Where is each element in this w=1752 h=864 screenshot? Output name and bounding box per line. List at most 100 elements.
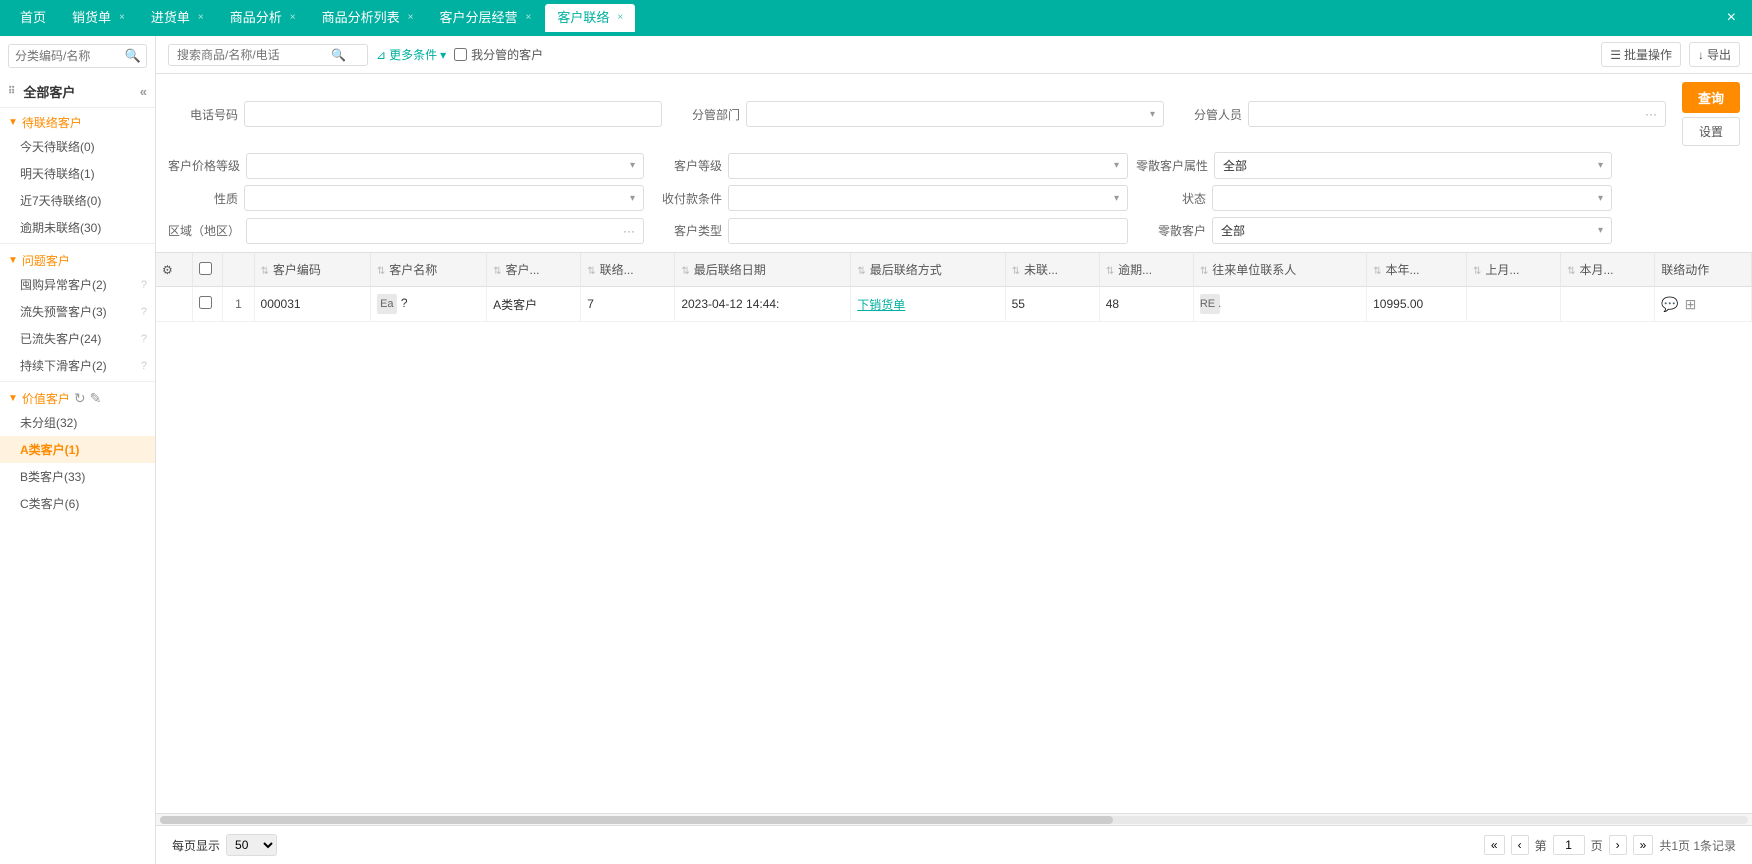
last-method-link[interactable]: 下销货单 [857, 298, 905, 312]
th-contact[interactable]: ⇅联络... [581, 253, 675, 287]
sidebar-item-hoarding[interactable]: 囤购异常客户(2) ? [0, 271, 155, 298]
td-unlinkdays: 55 [1005, 287, 1099, 322]
td-contact: 7 [581, 287, 675, 322]
nav-customer-contact-close[interactable]: × [617, 4, 623, 32]
td-code: 000031 [254, 287, 370, 322]
scatter-dropdown[interactable]: 全部 ▾ [1212, 217, 1612, 244]
th-overdue[interactable]: ⇅逾期... [1099, 253, 1193, 287]
name-badge: Ea [377, 294, 397, 314]
th-checkbox[interactable] [193, 253, 223, 287]
query-button[interactable]: 查询 [1682, 82, 1740, 113]
customer-type-input[interactable] [728, 218, 1128, 244]
nav-product-analysis-list[interactable]: 商品分析列表 × [310, 4, 426, 32]
th-contact2[interactable]: ⇅往来单位联系人 [1193, 253, 1366, 287]
sidebar-section-value-arrow[interactable]: ▼ [8, 393, 18, 404]
sidebar-item-overdue-pending[interactable]: 逾期未联络(30) [0, 214, 155, 241]
next-page-button[interactable]: › [1609, 835, 1627, 855]
filter-row-4: 区域（地区） ··· 客户类型 零散客户 全部 ▾ [168, 217, 1740, 244]
filter-action-buttons: 查询 设置 [1682, 82, 1740, 146]
scroll-thumb[interactable] [160, 816, 1113, 824]
nav-purchase-close[interactable]: × [198, 4, 204, 32]
dept-dropdown[interactable]: ▾ [746, 101, 1164, 127]
scatter-attr-dropdown[interactable]: 全部 ▾ [1214, 152, 1612, 179]
td-thisyear: 10995.00 [1367, 287, 1467, 322]
sidebar-item-declining[interactable]: 持续下滑客户(2) ? [0, 352, 155, 379]
action-chat-icon[interactable]: 💬 [1661, 296, 1678, 313]
customer-level-dropdown[interactable]: ▾ [728, 153, 1128, 179]
phone-input[interactable] [244, 101, 662, 127]
nav-home[interactable]: 首页 [8, 4, 58, 32]
filter-search-box: 🔍 [168, 44, 368, 66]
filter-field-scatter: 零散客户 全部 ▾ [1136, 217, 1612, 244]
sidebar-item-unclassified[interactable]: 未分组(32) [0, 409, 155, 436]
first-page-button[interactable]: « [1484, 835, 1505, 855]
my-customers-checkbox-label[interactable]: 我分管的客户 [454, 46, 543, 63]
page-size-selector: 每页显示 50 100 200 [172, 834, 277, 856]
help-icon-hoarding: ? [141, 279, 147, 291]
sidebar-item-today-pending[interactable]: 今天待联络(0) [0, 133, 155, 160]
td-gear [156, 287, 193, 322]
nav-product-analysis[interactable]: 商品分析 × [218, 4, 308, 32]
filter-more-conditions[interactable]: ⊿ 更多条件 ▾ [376, 46, 446, 63]
nav-customer-segment[interactable]: 客户分层经营 × [427, 4, 543, 32]
sidebar-item-class-c[interactable]: C类客户(6) [0, 490, 155, 517]
th-action: 联络动作 [1655, 253, 1752, 287]
status-dropdown[interactable]: ▾ [1212, 185, 1612, 211]
th-level[interactable]: ⇅客户... [487, 253, 581, 287]
region-input[interactable]: ··· [246, 218, 644, 244]
sidebar-item-7day-pending[interactable]: 近7天待联络(0) [0, 187, 155, 214]
td-lastmethod[interactable]: 下销货单 [851, 287, 1005, 322]
th-code[interactable]: ⇅客户编码 [254, 253, 370, 287]
sidebar-all-customers-header: ⠿ 全部客户 « [0, 76, 155, 108]
nav-product-analysis-list-close[interactable]: × [408, 4, 414, 32]
sidebar-refresh-icon[interactable]: ↻ [74, 390, 86, 407]
nav-sales-close[interactable]: × [119, 4, 125, 32]
export-icon: ↓ [1698, 48, 1704, 62]
window-close-button[interactable]: × [1719, 9, 1744, 27]
nav-purchase[interactable]: 进货单 × [139, 4, 216, 32]
table-row: 1 000031 Ea? A类客户 7 2023-04-12 14:44: 下销… [156, 287, 1752, 322]
sidebar-edit-icon[interactable]: ✎ [90, 390, 102, 407]
settings-button[interactable]: 设置 [1682, 117, 1740, 146]
export-button[interactable]: ↓ 导出 [1689, 42, 1740, 67]
page-nav: « ‹ 第 页 › » 共1页 1条记录 [1484, 835, 1736, 855]
sidebar-item-churn-warning[interactable]: 流失预警客户(3) ? [0, 298, 155, 325]
th-thisyear[interactable]: ⇅本年... [1367, 253, 1467, 287]
sidebar-item-tomorrow-pending[interactable]: 明天待联络(1) [0, 160, 155, 187]
sidebar-section-pending-arrow[interactable]: ▼ [8, 117, 18, 128]
sidebar-collapse-icon[interactable]: « [140, 84, 147, 99]
batch-ops-button[interactable]: ☰ 批量操作 [1601, 42, 1681, 67]
sidebar-item-class-b[interactable]: B类客户(33) [0, 463, 155, 490]
th-gear[interactable]: ⚙ [156, 253, 193, 287]
row-checkbox[interactable] [199, 296, 212, 309]
nav-product-analysis-close[interactable]: × [290, 4, 296, 32]
th-name[interactable]: ⇅客户名称 [370, 253, 486, 287]
action-qr-icon[interactable]: ⊞ [1685, 296, 1697, 313]
select-all-checkbox[interactable] [199, 262, 212, 275]
payment-dropdown[interactable]: ▾ [728, 185, 1128, 211]
prev-page-button[interactable]: ‹ [1511, 835, 1529, 855]
nav-customer-segment-close[interactable]: × [525, 4, 531, 32]
sidebar-item-churned[interactable]: 已流失客户(24) ? [0, 325, 155, 352]
page-number-input[interactable] [1553, 835, 1585, 855]
manager-input[interactable]: ··· [1248, 101, 1666, 127]
th-lastdate[interactable]: ⇅最后联络日期 [675, 253, 851, 287]
last-page-button[interactable]: » [1633, 835, 1654, 855]
price-level-dropdown[interactable]: ▾ [246, 153, 644, 179]
page-size-select[interactable]: 50 100 200 [226, 834, 277, 856]
my-customers-checkbox[interactable] [454, 48, 467, 61]
nav-customer-contact[interactable]: 客户联络 × [545, 4, 635, 32]
td-level: A类客户 [487, 287, 581, 322]
sidebar-item-class-a[interactable]: A类客户(1) [0, 436, 155, 463]
filter-search-input[interactable] [177, 48, 327, 62]
horizontal-scrollbar[interactable] [156, 813, 1752, 825]
th-unlinkdays[interactable]: ⇅未联... [1005, 253, 1099, 287]
th-thismonth[interactable]: ⇅本月... [1561, 253, 1655, 287]
th-lastmonth[interactable]: ⇅上月... [1467, 253, 1561, 287]
td-checkbox[interactable] [193, 287, 223, 322]
nav-sales[interactable]: 销货单 × [60, 4, 137, 32]
nature-dropdown[interactable]: ▾ [244, 185, 644, 211]
scroll-track[interactable] [160, 816, 1748, 824]
th-lastmethod[interactable]: ⇅最后联络方式 [851, 253, 1005, 287]
sidebar-section-problem-arrow[interactable]: ▼ [8, 255, 18, 266]
